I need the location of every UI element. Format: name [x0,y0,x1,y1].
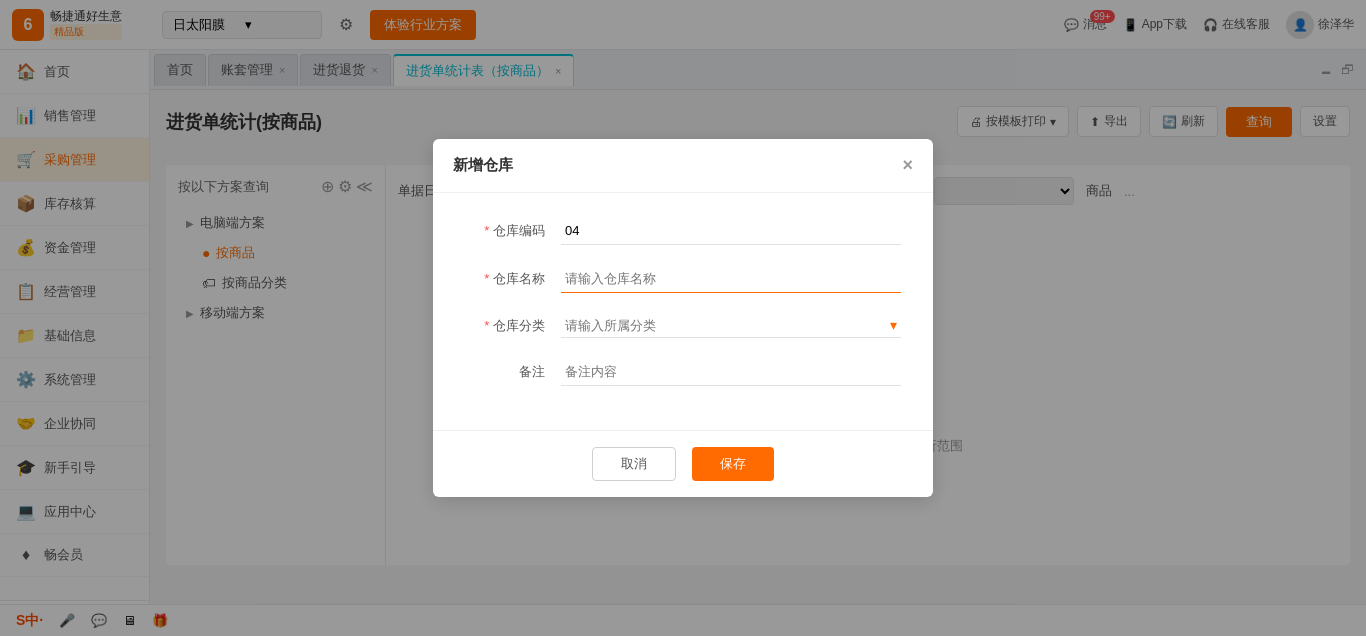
category-chevron-icon[interactable]: ▾ [890,317,897,333]
form-row-name: 仓库名称 [465,265,901,293]
form-row-category: 仓库分类 ▾ [465,313,901,338]
note-input[interactable] [561,358,901,386]
modal-overlay[interactable]: 新增仓库 × 仓库编码 仓库名称 仓库分类 ▾ [0,0,1366,636]
name-input[interactable] [561,265,901,293]
modal-footer: 取消 保存 [433,430,933,497]
form-row-note: 备注 [465,358,901,386]
name-label: 仓库名称 [465,270,545,288]
code-label: 仓库编码 [465,222,545,240]
note-label: 备注 [465,363,545,381]
modal-body: 仓库编码 仓库名称 仓库分类 ▾ 备注 [433,193,933,430]
form-row-code: 仓库编码 [465,217,901,245]
modal-header: 新增仓库 × [433,139,933,193]
save-button[interactable]: 保存 [692,447,774,481]
cancel-button[interactable]: 取消 [592,447,676,481]
category-input[interactable] [565,318,890,333]
code-input[interactable] [561,217,901,245]
new-warehouse-modal: 新增仓库 × 仓库编码 仓库名称 仓库分类 ▾ [433,139,933,497]
modal-title: 新增仓库 [453,156,513,175]
category-label: 仓库分类 [465,317,545,335]
modal-close-button[interactable]: × [902,155,913,176]
category-select-wrapper: ▾ [561,313,901,338]
